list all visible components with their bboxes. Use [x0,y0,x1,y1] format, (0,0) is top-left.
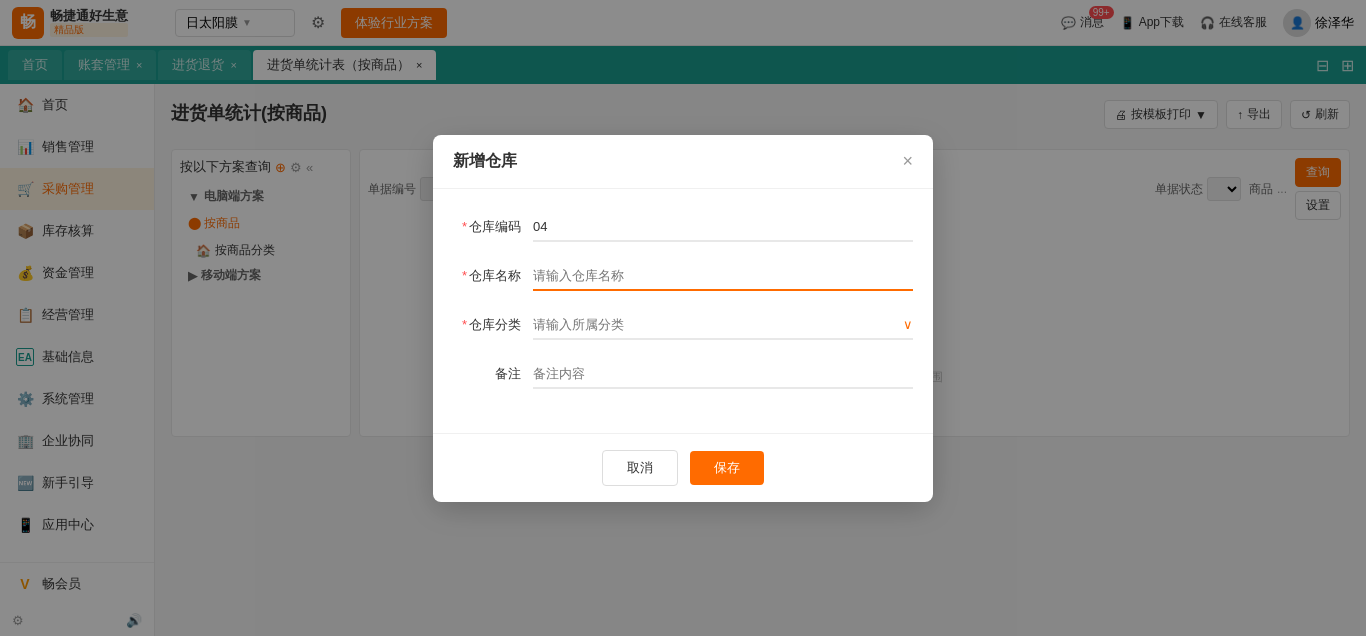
warehouse-code-input[interactable] [533,213,913,242]
warehouse-name-row: *仓库名称 [453,262,913,291]
warehouse-category-select[interactable]: ∨ [533,311,913,340]
warehouse-code-row: *仓库编码 [453,213,913,242]
category-chevron-icon: ∨ [903,317,913,332]
warehouse-remark-input[interactable] [533,360,913,389]
required-star-category: * [462,317,467,332]
warehouse-remark-row: 备注 [453,360,913,389]
warehouse-category-input[interactable] [533,311,903,338]
modal-header: 新增仓库 × [433,135,933,189]
required-star-name: * [462,268,467,283]
warehouse-code-label: *仓库编码 [453,218,533,236]
modal-title: 新增仓库 [453,151,517,172]
modal-body: *仓库编码 *仓库名称 *仓库分类 ∨ [433,189,933,433]
modal-close-button[interactable]: × [902,151,913,172]
required-star-code: * [462,219,467,234]
modal-overlay: 新增仓库 × *仓库编码 *仓库名称 *仓库分类 [0,0,1366,636]
add-warehouse-modal: 新增仓库 × *仓库编码 *仓库名称 *仓库分类 [433,135,933,502]
warehouse-name-input[interactable] [533,262,913,291]
warehouse-category-label: *仓库分类 [453,316,533,334]
modal-footer: 取消 保存 [433,433,933,502]
warehouse-name-label: *仓库名称 [453,267,533,285]
save-button[interactable]: 保存 [690,451,764,485]
cancel-button[interactable]: 取消 [602,450,678,486]
warehouse-remark-label: 备注 [453,365,533,383]
warehouse-category-row: *仓库分类 ∨ [453,311,913,340]
